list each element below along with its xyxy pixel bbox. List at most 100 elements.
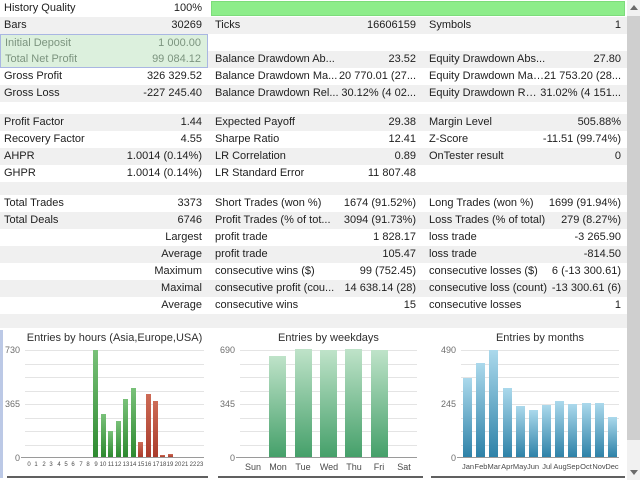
x-axis-label: Fri <box>373 462 385 472</box>
table-row[interactable]: Total Net Profit 99 084.12 Balance Drawdow… <box>0 51 627 68</box>
row-value: 15 <box>403 299 416 311</box>
row-label: profit trade <box>215 231 268 243</box>
row-value: 12.41 <box>388 133 416 145</box>
table-row[interactable]: Largest profit trade 1 828.17 loss trade -3 … <box>0 229 627 246</box>
x-axis-label: Sun <box>244 462 262 472</box>
table-cell: profit trade 105.47 <box>211 246 422 263</box>
x-axis-label: 20 <box>174 462 182 468</box>
row-value: 99 084.12 <box>152 53 201 65</box>
row-label: Equity Drawdown Max... <box>429 70 544 82</box>
row-label <box>0 297 4 314</box>
bar-19 <box>168 454 173 457</box>
bar-9 <box>93 350 98 457</box>
row-value: 1.44 <box>180 116 202 128</box>
table-row[interactable]: Recovery Factor 4.55 Sharpe Ratio 12.41 Z-Sc… <box>0 131 627 148</box>
x-axis-label: 3 <box>49 462 53 468</box>
bar-11 <box>108 431 113 457</box>
x-axis-label: 23 <box>196 462 204 468</box>
table-cell: Balance Drawdown Ab... 23.52 <box>211 51 422 68</box>
row-value: 4.55 <box>180 133 202 145</box>
x-axis-line <box>236 457 417 458</box>
scroll-up-button[interactable] <box>627 0 640 15</box>
scroll-down-button[interactable] <box>627 465 640 480</box>
bar-16 <box>146 394 151 457</box>
row-value: 11 807.48 <box>367 167 416 179</box>
bar-May <box>516 406 525 457</box>
x-axis-label: Mon <box>269 462 287 472</box>
bar-Tue <box>295 349 312 457</box>
bar-Wed <box>320 350 337 457</box>
table-row[interactable]: Total Deals 6746 Profit Trades (% of tot..… <box>0 212 627 229</box>
table-cell: Z-Score -11.51 (99.74%) <box>425 131 627 148</box>
row-label: loss trade <box>429 231 477 243</box>
row-value: -11.51 (99.74%) <box>542 133 621 145</box>
table-cell: GHPR 1.0014 (0.14%) <box>0 165 208 182</box>
gridline <box>461 350 619 351</box>
row-value: 1674 (91.52%) <box>343 197 416 209</box>
x-axis-label: Mar <box>487 462 501 471</box>
row-value: Average <box>161 299 202 311</box>
row-value: -3 265.90 <box>574 231 621 243</box>
x-axis-label: 18 <box>159 462 167 468</box>
row-label: Equity Drawdown Rela... <box>429 87 541 99</box>
scrollbar-thumb[interactable] <box>627 16 640 440</box>
row-label <box>0 246 4 263</box>
x-axis-label: 4 <box>57 462 61 468</box>
bar-Mar <box>489 350 498 457</box>
row-label: Gross Profit <box>4 70 63 82</box>
x-axis-label: 2 <box>42 462 46 468</box>
x-axis-label: 17 <box>152 462 160 468</box>
row-value: 30269 <box>171 19 202 31</box>
row-value: Average <box>161 248 202 260</box>
x-axis-label: 21 <box>181 462 189 468</box>
row-label: Recovery Factor <box>4 133 85 145</box>
x-axis-label: Thu <box>346 462 362 472</box>
table-cell: Bars 30269 <box>0 17 208 34</box>
chevron-up-icon <box>629 5 638 10</box>
table-separator-row <box>0 314 627 328</box>
table-separator-row <box>0 102 627 114</box>
table-row[interactable]: Gross Loss -227 245.40 Balance Drawdown Re… <box>0 85 627 102</box>
table-row[interactable]: Maximal consecutive profit (cou... 14 638.… <box>0 280 627 297</box>
bar-17 <box>153 401 158 457</box>
row-value: 27.80 <box>593 53 621 65</box>
table-row[interactable]: AHPR 1.0014 (0.14%) LR Correlation 0.89 OnTe… <box>0 148 627 165</box>
table-cell: History Quality 100% <box>0 0 208 17</box>
table-cell: LR Standard Error 11 807.48 <box>211 165 422 182</box>
table-cell: Gross Profit 326 329.52 <box>0 68 208 85</box>
table-row[interactable]: Total Trades 3373 Short Trades (won %) 1674… <box>0 195 627 212</box>
row-value: 0 <box>614 150 621 162</box>
table-row[interactable]: Gross Profit 326 329.52 Balance Drawdown M… <box>0 68 627 85</box>
row-label: Z-Score <box>429 133 469 145</box>
chart-title: Entries by months <box>495 332 585 344</box>
row-value: Maximum <box>154 265 202 277</box>
table-row[interactable]: Initial Deposit 1 000.00 <box>0 34 627 51</box>
table-cell: Equity Drawdown Rela... 31.02% (4 151... <box>425 85 627 102</box>
table-row[interactable]: History Quality 100% <box>0 0 627 17</box>
row-value: 29.38 <box>388 116 416 128</box>
table-row[interactable]: Average profit trade 105.47 loss trade -814.… <box>0 246 627 263</box>
bar-Aug <box>555 401 564 457</box>
y-axis-label: 490 <box>440 345 456 355</box>
row-value: Maximal <box>161 282 202 294</box>
gridline <box>25 431 204 432</box>
row-label: consecutive losses <box>429 299 522 311</box>
row-value: 6 (-13 300.61) <box>551 265 621 277</box>
bar-Dec <box>608 417 617 457</box>
x-axis-label: Sep <box>566 462 580 471</box>
bar-Thu <box>345 349 362 457</box>
table-row[interactable]: GHPR 1.0014 (0.14%) LR Standard Error 11 80… <box>0 165 627 182</box>
table-cell: Maximum <box>0 263 208 280</box>
gridline <box>25 404 204 405</box>
table-row[interactable]: Profit Factor 1.44 Expected Payoff 29.38 Mar… <box>0 114 627 131</box>
table-cell: Profit Factor 1.44 <box>0 114 208 131</box>
table-row[interactable]: Bars 30269 Ticks 16606159 Symbols 1 <box>0 17 627 34</box>
vertical-scrollbar[interactable] <box>627 0 640 480</box>
table-row[interactable]: Average consecutive wins 15 consecutive los… <box>0 297 627 314</box>
row-label: consecutive losses ($) <box>429 265 538 277</box>
bar-13 <box>123 399 128 457</box>
row-label <box>425 165 429 182</box>
table-row[interactable]: Maximum consecutive wins ($) 99 (752.45) co… <box>0 263 627 280</box>
chart-entries-by-weekdays: Entries by weekdays 0 345 690 Sun Mon Tue Wed Th… <box>214 328 425 478</box>
x-axis-label: Oct <box>580 462 592 471</box>
